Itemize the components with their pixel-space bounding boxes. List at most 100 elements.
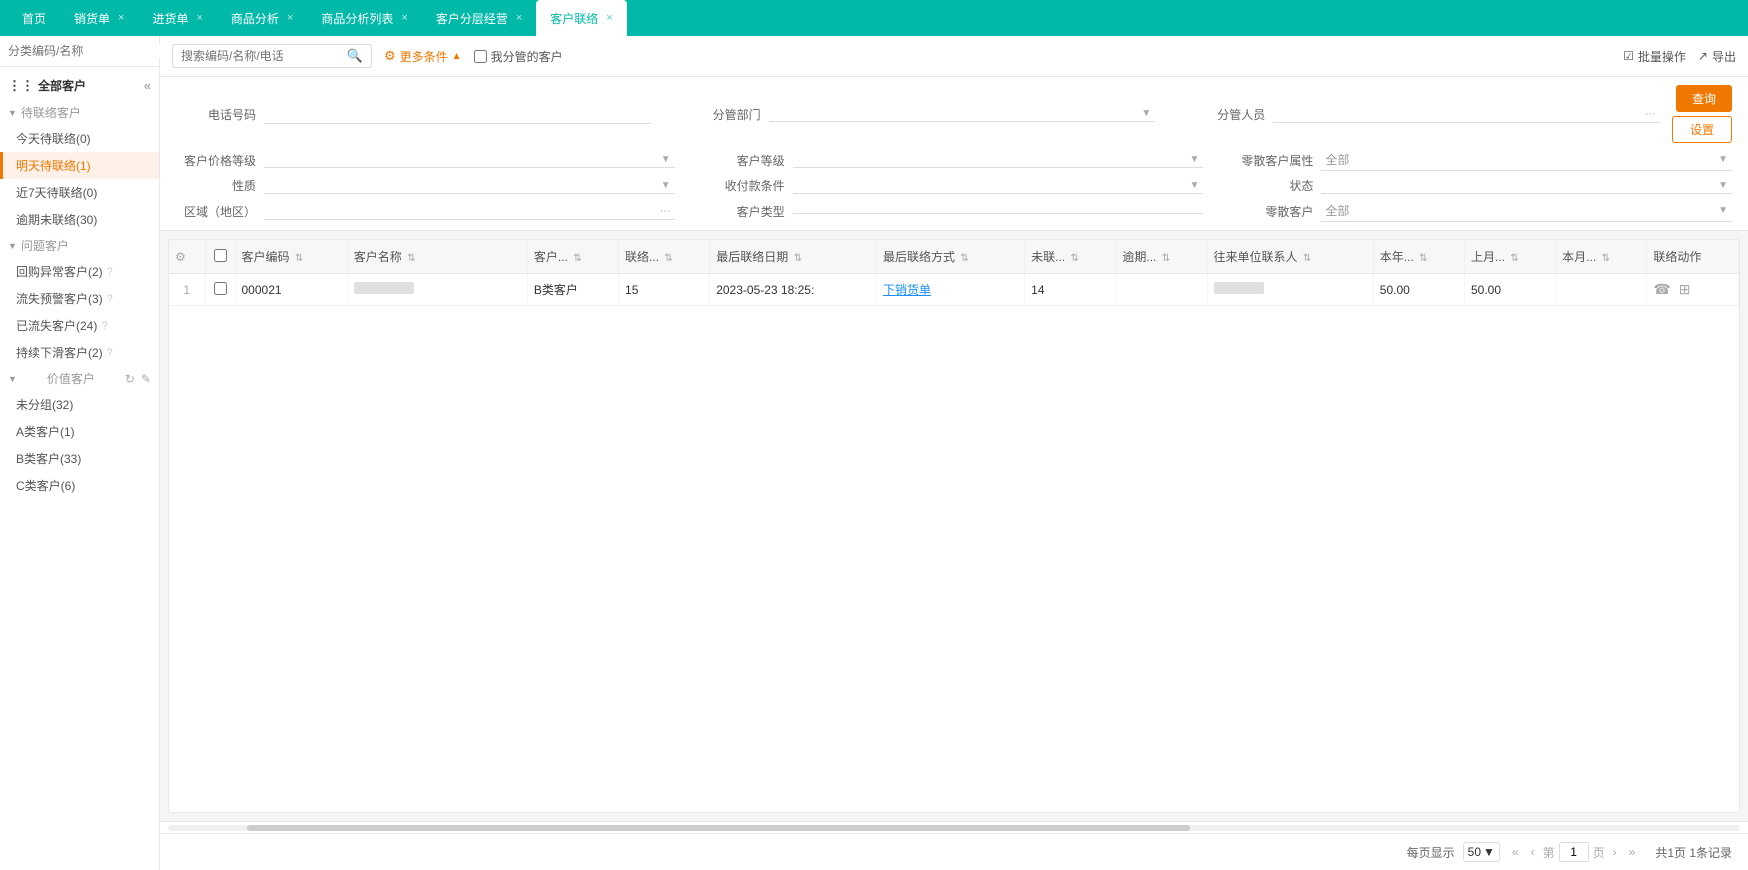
filter-price-grade-select[interactable]: ▼: [264, 152, 675, 168]
nav-purchase-order[interactable]: 进货单 ×: [138, 0, 216, 36]
col-header-last-method[interactable]: 最后联络方式 ⇅: [876, 240, 1024, 274]
prev-page-btn[interactable]: ‹: [1527, 843, 1539, 861]
sidebar-item-churned[interactable]: 已流失客户(24) ?: [0, 312, 159, 339]
sidebar: 🔍 ⋮⋮ 全部客户 « 待联络客户 今天待联络(0) 明天待联络(1) 近7天待…: [0, 36, 160, 870]
sort-icon-last-month: ⇅: [1510, 253, 1518, 264]
nav-customer-contact[interactable]: 客户联络 ×: [536, 0, 626, 36]
col-header-not-contacted[interactable]: 未联... ⇅: [1025, 240, 1116, 274]
nav-home[interactable]: 首页: [8, 0, 60, 36]
customers-table: ⚙ 客户编码 ⇅ 客户名称 ⇅: [169, 240, 1739, 306]
sidebar-item-tomorrow-contact[interactable]: 明天待联络(1): [0, 152, 159, 179]
row-name: [347, 274, 527, 306]
last-page-btn[interactable]: »: [1625, 843, 1640, 861]
filter-icon: ⚙: [384, 48, 396, 64]
close-product-analysis-list-icon[interactable]: ×: [401, 12, 407, 24]
filter-gender-select[interactable]: ▼: [264, 178, 675, 194]
sort-icon-last-date: ⇅: [794, 253, 802, 264]
col-header-name[interactable]: 客户名称 ⇅: [347, 240, 527, 274]
first-page-btn[interactable]: «: [1508, 843, 1523, 861]
edit-value-icon[interactable]: ✎: [141, 372, 151, 386]
my-customers-check[interactable]: [474, 50, 487, 63]
search-input[interactable]: [181, 49, 343, 63]
sidebar-collapse-icon[interactable]: «: [144, 78, 151, 93]
col-header-type[interactable]: 客户... ⇅: [527, 240, 618, 274]
filter-manager-select[interactable]: ···: [1273, 106, 1660, 123]
nav-customer-tiering[interactable]: 客户分层经营 ×: [422, 0, 536, 36]
setting-button[interactable]: 设置: [1672, 116, 1732, 143]
retail-attr-chevron-icon: ▼: [1718, 154, 1728, 165]
top-navigation: 首页 销货单 × 进货单 × 商品分析 × 商品分析列表 × 客户分层经营 × …: [0, 0, 1748, 36]
filter-retail-customer-select[interactable]: 全部 ▼: [1321, 200, 1732, 222]
col-header-this-year[interactable]: 本年... ⇅: [1373, 240, 1464, 274]
help-icon-churn: ?: [107, 293, 113, 305]
checkbox-col-header: [205, 240, 235, 274]
page-size-select[interactable]: 50 ▼: [1463, 842, 1500, 862]
filter-payment-select[interactable]: ▼: [793, 178, 1204, 194]
filter-dept-select[interactable]: ▼: [769, 106, 1156, 122]
export-btn[interactable]: ↗ 导出: [1698, 48, 1736, 65]
next-page-btn[interactable]: ›: [1609, 843, 1621, 861]
col-header-last-month[interactable]: 上月... ⇅: [1464, 240, 1555, 274]
filter-retail-attr: 零散客户属性 全部 ▼: [1233, 149, 1732, 171]
sort-icon-not-contacted: ⇅: [1071, 253, 1079, 264]
col-header-overdue[interactable]: 逾期... ⇅: [1116, 240, 1207, 274]
sidebar-item-class-b[interactable]: B类客户(33): [0, 445, 159, 472]
refresh-value-icon[interactable]: ↻: [125, 372, 135, 386]
more-conditions-btn[interactable]: ⚙ 更多条件 ▲: [384, 48, 462, 65]
sidebar-item-today-contact[interactable]: 今天待联络(0): [0, 125, 159, 152]
table-gear-icon[interactable]: ⚙: [175, 250, 186, 264]
filter-customer-grade-select[interactable]: ▼: [793, 152, 1204, 168]
select-all-checkbox[interactable]: [214, 249, 227, 262]
col-header-contact-count[interactable]: 联络... ⇅: [619, 240, 710, 274]
page-navigation: « ‹ 第 页 › »: [1508, 842, 1639, 862]
sidebar-item-class-c[interactable]: C类客户(6): [0, 472, 159, 499]
filter-dept: 分管部门 ▼: [681, 106, 1156, 123]
search-bar: 🔍 ⚙ 更多条件 ▲ 我分管的客户 ☑ 批量操作 ↗ 导出: [160, 36, 1748, 77]
filter-region-select[interactable]: ···: [264, 203, 675, 220]
sidebar-item-7days-contact[interactable]: 近7天待联络(0): [0, 179, 159, 206]
page-number-input[interactable]: [1559, 842, 1589, 862]
nav-product-analysis-list[interactable]: 商品分析列表 ×: [307, 0, 421, 36]
row-action-phone-icon[interactable]: ☎: [1653, 281, 1670, 298]
close-purchase-order-icon[interactable]: ×: [196, 12, 202, 24]
col-header-last-date[interactable]: 最后联络日期 ⇅: [710, 240, 877, 274]
close-customer-contact-icon[interactable]: ×: [606, 12, 612, 24]
all-customers-header: ⋮⋮ 全部客户 «: [0, 71, 159, 100]
filter-status: 状态 ▼: [1233, 177, 1732, 194]
search-icon[interactable]: 🔍: [347, 48, 363, 64]
nav-sales-order[interactable]: 销货单 ×: [60, 0, 138, 36]
filter-customer-type-select[interactable]: [793, 209, 1204, 214]
manager-dots-icon[interactable]: ···: [1645, 108, 1656, 120]
horizontal-scrollbar[interactable]: [160, 821, 1748, 833]
row-last-method[interactable]: 下销货单: [876, 274, 1024, 306]
scroll-thumb[interactable]: [247, 825, 1190, 831]
row-checkbox-cell: [205, 274, 235, 306]
sort-icon-this-month: ⇅: [1602, 253, 1610, 264]
sidebar-item-overdue-contact[interactable]: 逾期未联络(30): [0, 206, 159, 233]
sort-icon-overdue: ⇅: [1162, 253, 1170, 264]
col-header-contact-person[interactable]: 往来单位联系人 ⇅: [1207, 240, 1373, 274]
row-action-grid-icon[interactable]: ⊞: [1679, 281, 1691, 298]
close-customer-tiering-icon[interactable]: ×: [516, 12, 522, 24]
sidebar-item-ungrouped[interactable]: 未分组(32): [0, 391, 159, 418]
query-button[interactable]: 查询: [1676, 85, 1732, 112]
sidebar-item-declining[interactable]: 持续下滑客户(2) ?: [0, 339, 159, 366]
table-row: 1 000021 B类客户 15 2023-05-23 18:25: 下销货单 …: [169, 274, 1739, 306]
sidebar-item-repurchase-abnormal[interactable]: 回购异常客户(2) ?: [0, 258, 159, 285]
close-sales-order-icon[interactable]: ×: [118, 12, 124, 24]
row-checkbox[interactable]: [214, 282, 227, 295]
filter-phone-input[interactable]: [264, 105, 651, 124]
nav-product-analysis[interactable]: 商品分析 ×: [217, 0, 307, 36]
close-product-analysis-icon[interactable]: ×: [287, 12, 293, 24]
my-customers-checkbox[interactable]: 我分管的客户: [474, 48, 563, 65]
region-dots-icon[interactable]: ···: [660, 205, 671, 217]
row-this-year: 50.00: [1373, 274, 1464, 306]
sidebar-search-input[interactable]: [8, 44, 163, 58]
batch-op-btn[interactable]: ☑ 批量操作: [1623, 48, 1686, 65]
sidebar-item-churn-warning[interactable]: 流失预警客户(3) ?: [0, 285, 159, 312]
filter-status-select[interactable]: ▼: [1321, 178, 1732, 194]
sidebar-item-class-a[interactable]: A类客户(1): [0, 418, 159, 445]
col-header-code[interactable]: 客户编码 ⇅: [235, 240, 347, 274]
filter-retail-attr-select[interactable]: 全部 ▼: [1321, 149, 1732, 171]
col-header-this-month[interactable]: 本月... ⇅: [1556, 240, 1647, 274]
